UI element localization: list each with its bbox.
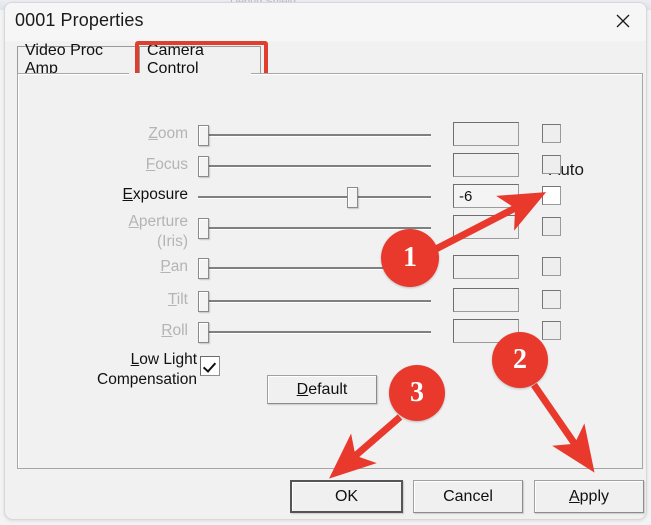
slider-track-focus xyxy=(198,165,431,168)
label-pan: Pan xyxy=(160,258,188,275)
auto-checkbox-roll[interactable] xyxy=(542,321,561,340)
slider-track-tilt xyxy=(198,300,431,303)
dialog-title-bar: 0001 Properties xyxy=(5,3,646,41)
label-tilt: Tilt xyxy=(167,291,188,308)
control-row-exposure: Exposure -6 xyxy=(18,184,646,210)
low-light-compensation-checkbox[interactable] xyxy=(200,356,220,376)
value-field-focus[interactable] xyxy=(453,153,519,177)
tab-video-proc-amp[interactable]: Video Proc Amp xyxy=(17,42,139,77)
label-aperture: Aperture (Iris) xyxy=(128,213,188,250)
tab-camera-control[interactable]: Camera Control xyxy=(139,42,261,77)
low-light-compensation-label: Low Light Compensation xyxy=(97,351,197,388)
label-focus: Focus xyxy=(145,156,188,173)
apply-button-label: Apply xyxy=(568,487,610,505)
properties-dialog: 0001 Properties Video Proc Amp Camera Co… xyxy=(4,2,647,520)
control-row-roll: Roll xyxy=(18,319,646,345)
slider-exposure[interactable] xyxy=(198,184,431,210)
value-field-zoom[interactable] xyxy=(453,122,519,146)
auto-checkbox-zoom[interactable] xyxy=(542,124,561,143)
annotation-marker-3: 3 xyxy=(389,365,445,421)
tab-strip: Video Proc Amp Camera Control xyxy=(17,41,643,78)
slider-thumb-zoom[interactable] xyxy=(198,125,209,146)
slider-thumb-roll[interactable] xyxy=(198,322,209,343)
control-row-zoom: Zoom xyxy=(18,122,646,148)
value-field-exposure[interactable]: -6 xyxy=(453,184,519,208)
slider-track-aperture xyxy=(198,227,431,230)
default-button-label: Default xyxy=(296,380,348,398)
control-row-tilt: Tilt xyxy=(18,288,646,314)
slider-roll[interactable] xyxy=(198,319,431,345)
auto-checkbox-pan[interactable] xyxy=(542,257,561,276)
slider-thumb-tilt[interactable] xyxy=(198,291,209,312)
camera-control-panel: Auto Zoom Focus Exposure -6 Aperture (Ir… xyxy=(17,73,643,469)
label-roll: Roll xyxy=(161,322,188,339)
slider-thumb-exposure[interactable] xyxy=(347,187,358,208)
slider-tilt[interactable] xyxy=(198,288,431,314)
auto-checkbox-tilt[interactable] xyxy=(542,290,561,309)
dialog-title: 0001 Properties xyxy=(15,10,144,30)
label-zoom: Zoom xyxy=(148,125,188,142)
value-field-pan[interactable] xyxy=(453,255,519,279)
auto-checkbox-focus[interactable] xyxy=(542,155,561,174)
auto-checkbox-exposure[interactable] xyxy=(542,186,561,205)
control-row-pan: Pan xyxy=(18,255,646,281)
apply-button[interactable]: Apply xyxy=(534,480,644,513)
close-icon[interactable] xyxy=(600,3,646,39)
slider-focus[interactable] xyxy=(198,153,431,179)
slider-thumb-pan[interactable] xyxy=(198,258,209,279)
cancel-button[interactable]: Cancel xyxy=(413,480,523,513)
slider-zoom[interactable] xyxy=(198,122,431,148)
value-field-aperture[interactable] xyxy=(453,215,519,239)
control-row-focus: Focus xyxy=(18,153,646,179)
annotation-marker-2: 2 xyxy=(492,332,548,388)
label-exposure: Exposure xyxy=(122,186,189,203)
annotation-marker-1: 1 xyxy=(381,229,439,287)
ok-button[interactable]: OK xyxy=(290,480,403,513)
slider-thumb-focus[interactable] xyxy=(198,156,209,177)
slider-track-roll xyxy=(198,331,431,334)
slider-track-zoom xyxy=(198,134,431,137)
slider-thumb-aperture[interactable] xyxy=(198,218,209,239)
slider-track-exposure xyxy=(198,196,431,199)
default-button[interactable]: Default xyxy=(267,375,377,404)
auto-checkbox-aperture[interactable] xyxy=(542,217,561,236)
control-row-aperture: Aperture (Iris) xyxy=(18,213,646,259)
panel-tab-notch xyxy=(129,73,251,75)
cancel-button-label: Cancel xyxy=(443,487,493,505)
value-field-tilt[interactable] xyxy=(453,288,519,312)
ok-button-label: OK xyxy=(334,487,359,505)
